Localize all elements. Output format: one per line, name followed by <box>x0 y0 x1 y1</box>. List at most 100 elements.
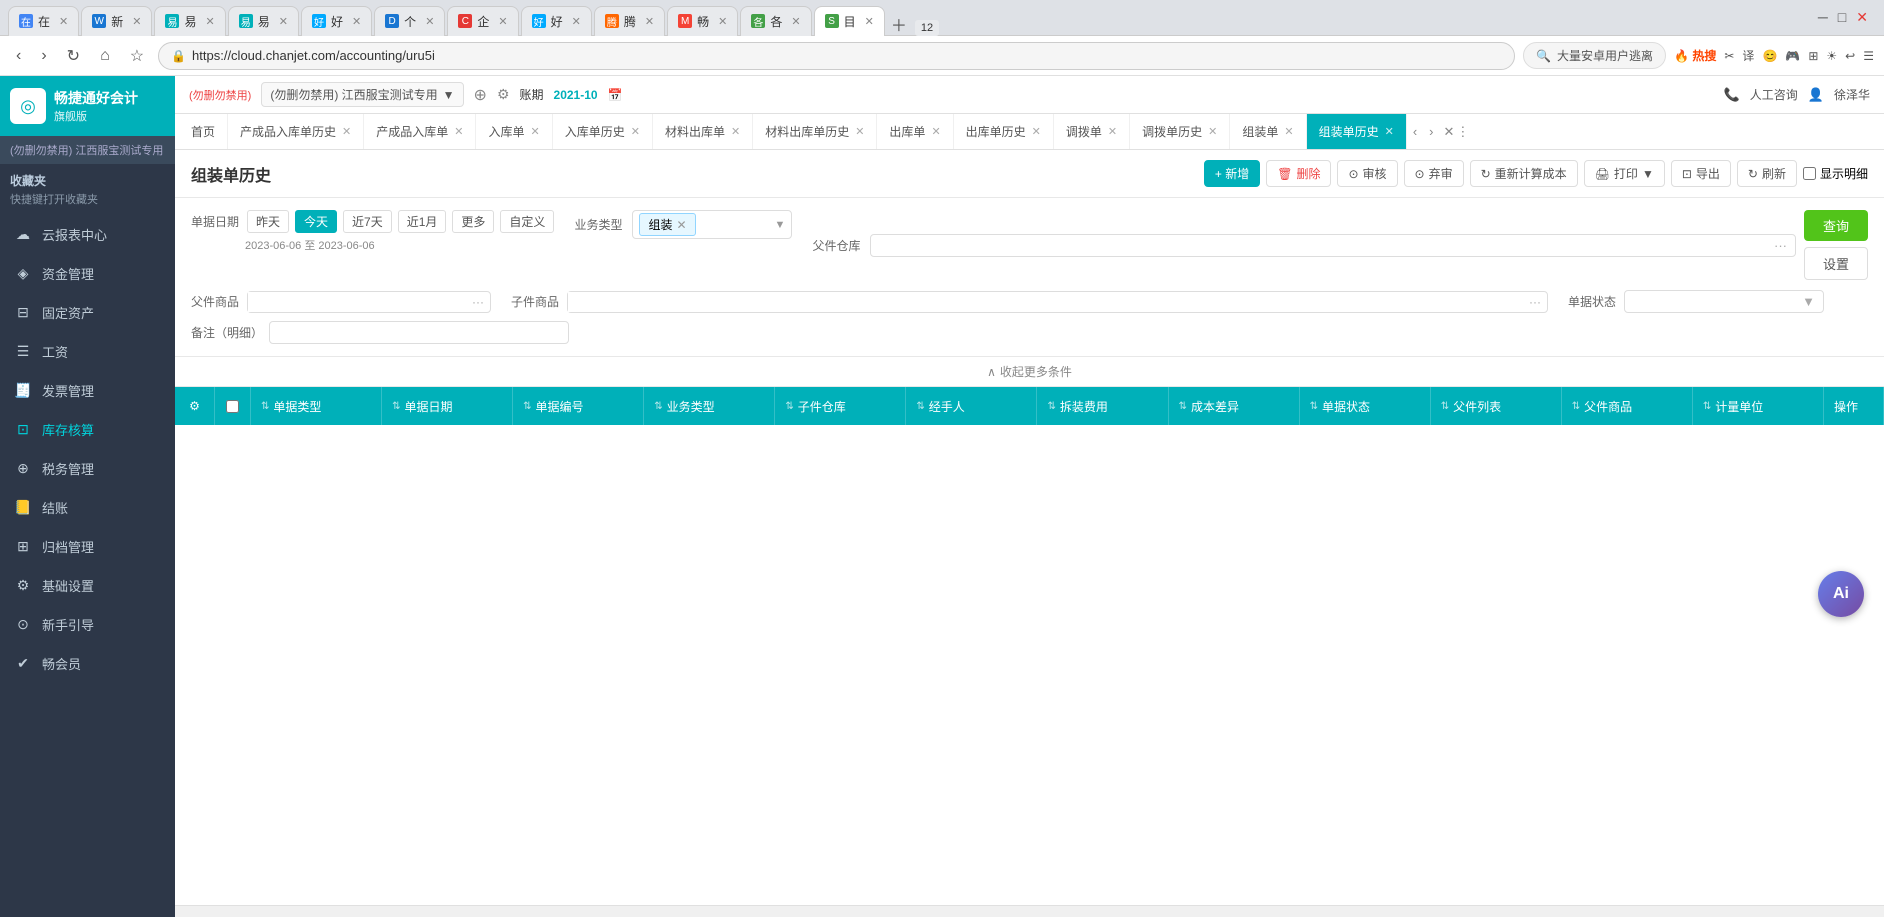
th-bill-date[interactable]: ⇅ 单据日期 <box>382 387 513 425</box>
page-tab-prod-in-history[interactable]: 产成品入库单历史 ✕ <box>228 114 364 150</box>
tab-close-1[interactable]: ✕ <box>59 15 68 28</box>
sidebar-item-vip[interactable]: ✔ 畅会员 <box>0 644 175 683</box>
ai-assistant-button[interactable]: Ai <box>1818 571 1864 617</box>
close-button[interactable]: ✕ <box>1856 9 1868 26</box>
date-btn-yesterday[interactable]: 昨天 <box>247 210 289 233</box>
search-box[interactable]: 🔍 大量安卓用户逃离 <box>1523 42 1666 69</box>
delete-button[interactable]: 🗑 删除 <box>1266 160 1331 187</box>
tab-close-11[interactable]: ✕ <box>791 15 800 28</box>
add-company-icon[interactable]: ⊕ <box>474 85 487 105</box>
calendar-icon[interactable]: 📅 <box>608 88 623 102</box>
page-tab-assemble[interactable]: 组装单 ✕ <box>1230 114 1306 150</box>
tab-close-mat-out-history[interactable]: ✕ <box>855 125 864 138</box>
new-tab-button[interactable]: ＋ <box>891 12 907 36</box>
th-bill-status[interactable]: ⇅ 单据状态 <box>1300 387 1431 425</box>
show-detail-checkbox-label[interactable]: 显示明细 <box>1803 165 1868 182</box>
th-cost-diff[interactable]: ⇅ 成本差异 <box>1169 387 1300 425</box>
export-button[interactable]: ⊡ 导出 <box>1671 160 1731 187</box>
tab-close-6[interactable]: ✕ <box>425 15 434 28</box>
page-tab-assemble-history[interactable]: 组装单历史 ✕ <box>1307 114 1407 150</box>
th-bill-no[interactable]: ⇅ 单据编号 <box>513 387 644 425</box>
parent-goods-text-input[interactable] <box>248 292 466 312</box>
business-type-input[interactable]: 组装 ✕ ▼ <box>632 210 792 239</box>
browser-tab-8[interactable]: 好 好 ✕ <box>521 6 592 36</box>
collapse-filters-button[interactable]: ∧ 收起更多条件 <box>987 363 1072 380</box>
home-button[interactable]: ⌂ <box>94 43 116 69</box>
tab-close-12[interactable]: ✕ <box>865 15 874 28</box>
tab-close-out-history[interactable]: ✕ <box>1032 125 1041 138</box>
tab-prev-arrow[interactable]: ‹ <box>1407 124 1423 139</box>
tab-close-allot-history[interactable]: ✕ <box>1208 125 1217 138</box>
sidebar-item-tax[interactable]: ⊕ 税务管理 <box>0 449 175 488</box>
browser-tab-7[interactable]: C 企 ✕ <box>447 6 518 36</box>
tab-close-4[interactable]: ✕ <box>279 15 288 28</box>
page-tab-prod-in[interactable]: 产成品入库单 ✕ <box>364 114 476 150</box>
select-all-checkbox[interactable] <box>226 400 239 413</box>
note-input[interactable] <box>269 321 569 344</box>
back-button[interactable]: ‹ <box>10 43 27 69</box>
grid-icon[interactable]: ⊞ <box>1808 49 1818 63</box>
sidebar-item-guide[interactable]: ⊙ 新手引导 <box>0 605 175 644</box>
sidebar-item-fund[interactable]: ◈ 资金管理 <box>0 254 175 293</box>
browser-tab-11[interactable]: 各 各 ✕ <box>740 6 811 36</box>
scissors-icon[interactable]: ✂ <box>1724 49 1734 63</box>
th-checkbox[interactable] <box>215 387 251 425</box>
browser-tab-2[interactable]: W 新 ✕ <box>81 6 152 36</box>
date-btn-today[interactable]: 今天 <box>295 210 337 233</box>
company-selector[interactable]: (勿删勿禁用) 江西服宝测试专用 ▼ <box>261 82 463 107</box>
service-icon[interactable]: 📞 <box>1724 87 1740 103</box>
parent-warehouse-more-icon[interactable]: ··· <box>1774 238 1787 253</box>
close-all-tabs[interactable]: ✕ <box>1444 124 1455 140</box>
tab-close-stock-in[interactable]: ✕ <box>531 125 540 138</box>
sidebar-item-invoice[interactable]: 🧾 发票管理 <box>0 371 175 410</box>
page-tab-out[interactable]: 出库单 ✕ <box>877 114 953 150</box>
tab-menu-icon[interactable]: ⋮ <box>1456 124 1469 140</box>
sidebar-item-basic[interactable]: ⚙ 基础设置 <box>0 566 175 605</box>
bill-status-input[interactable]: ▼ <box>1624 290 1824 313</box>
recalculate-button[interactable]: ↻ 重新计算成本 <box>1470 160 1578 187</box>
tab-close-mat-out[interactable]: ✕ <box>731 125 740 138</box>
approve-button[interactable]: ⊙ 审核 <box>1337 160 1397 187</box>
browser-tab-3[interactable]: 易 易 ✕ <box>154 6 225 36</box>
parent-goods-input[interactable]: ··· <box>247 291 491 313</box>
refresh-button[interactable]: ↻ <box>61 42 86 70</box>
game-icon[interactable]: 🎮 <box>1785 49 1800 63</box>
tab-close-3[interactable]: ✕ <box>205 15 214 28</box>
tab-close-prod-in[interactable]: ✕ <box>454 125 463 138</box>
parent-goods-more-icon[interactable]: ··· <box>466 292 490 312</box>
page-tab-mat-out[interactable]: 材料出库单 ✕ <box>653 114 753 150</box>
translate-icon[interactable]: 译 <box>1742 47 1754 64</box>
sidebar-item-inventory[interactable]: ⊡ 库存核算 <box>0 410 175 449</box>
horizontal-scrollbar[interactable] <box>175 905 1884 917</box>
address-bar[interactable]: 🔒 https://cloud.chanjet.com/accounting/u… <box>158 42 1515 70</box>
parent-warehouse-input[interactable]: ··· <box>870 234 1796 257</box>
menu-icon[interactable]: ☰ <box>1863 49 1874 63</box>
date-btn-custom[interactable]: 自定义 <box>500 210 554 233</box>
show-detail-checkbox[interactable] <box>1803 167 1816 180</box>
date-btn-1month[interactable]: 近1月 <box>398 210 447 233</box>
favorites-bar[interactable]: 收藏夹 快捷键打开收藏夹 <box>0 164 175 215</box>
business-type-tag-close[interactable]: ✕ <box>676 218 686 232</box>
minimize-button[interactable]: ─ <box>1818 9 1828 26</box>
tab-close-10[interactable]: ✕ <box>718 15 727 28</box>
page-tab-mat-out-history[interactable]: 材料出库单历史 ✕ <box>753 114 877 150</box>
settings-button[interactable]: 设置 <box>1804 247 1868 280</box>
browser-tab-1[interactable]: 在 在 ✕ <box>8 6 79 36</box>
browser-tab-12[interactable]: S 目 ✕ <box>814 6 885 36</box>
tab-close-allot[interactable]: ✕ <box>1108 125 1117 138</box>
forward-button[interactable]: › <box>35 43 52 69</box>
page-tab-stock-in-history[interactable]: 入库单历史 ✕ <box>553 114 653 150</box>
th-settings[interactable]: ⚙ <box>175 387 215 425</box>
tab-close-assemble-history[interactable]: ✕ <box>1385 125 1394 138</box>
print-button[interactable]: 🖨 打印 ▼ <box>1584 160 1665 187</box>
browser-tab-9[interactable]: 腾 腾 ✕ <box>594 6 665 36</box>
sidebar-item-cloud-report[interactable]: ☁ 云报表中心 <box>0 215 175 254</box>
brightness-icon[interactable]: ☀ <box>1826 49 1837 63</box>
sidebar-item-payroll[interactable]: ☰ 工资 <box>0 332 175 371</box>
browser-tab-4[interactable]: 易 易 ✕ <box>228 6 299 36</box>
tab-close-stock-in-history[interactable]: ✕ <box>631 125 640 138</box>
tab-next-arrow[interactable]: › <box>1423 124 1439 139</box>
tab-close-assemble[interactable]: ✕ <box>1284 125 1293 138</box>
bookmark-button[interactable]: ☆ <box>124 42 150 70</box>
note-text-input[interactable] <box>278 326 558 340</box>
